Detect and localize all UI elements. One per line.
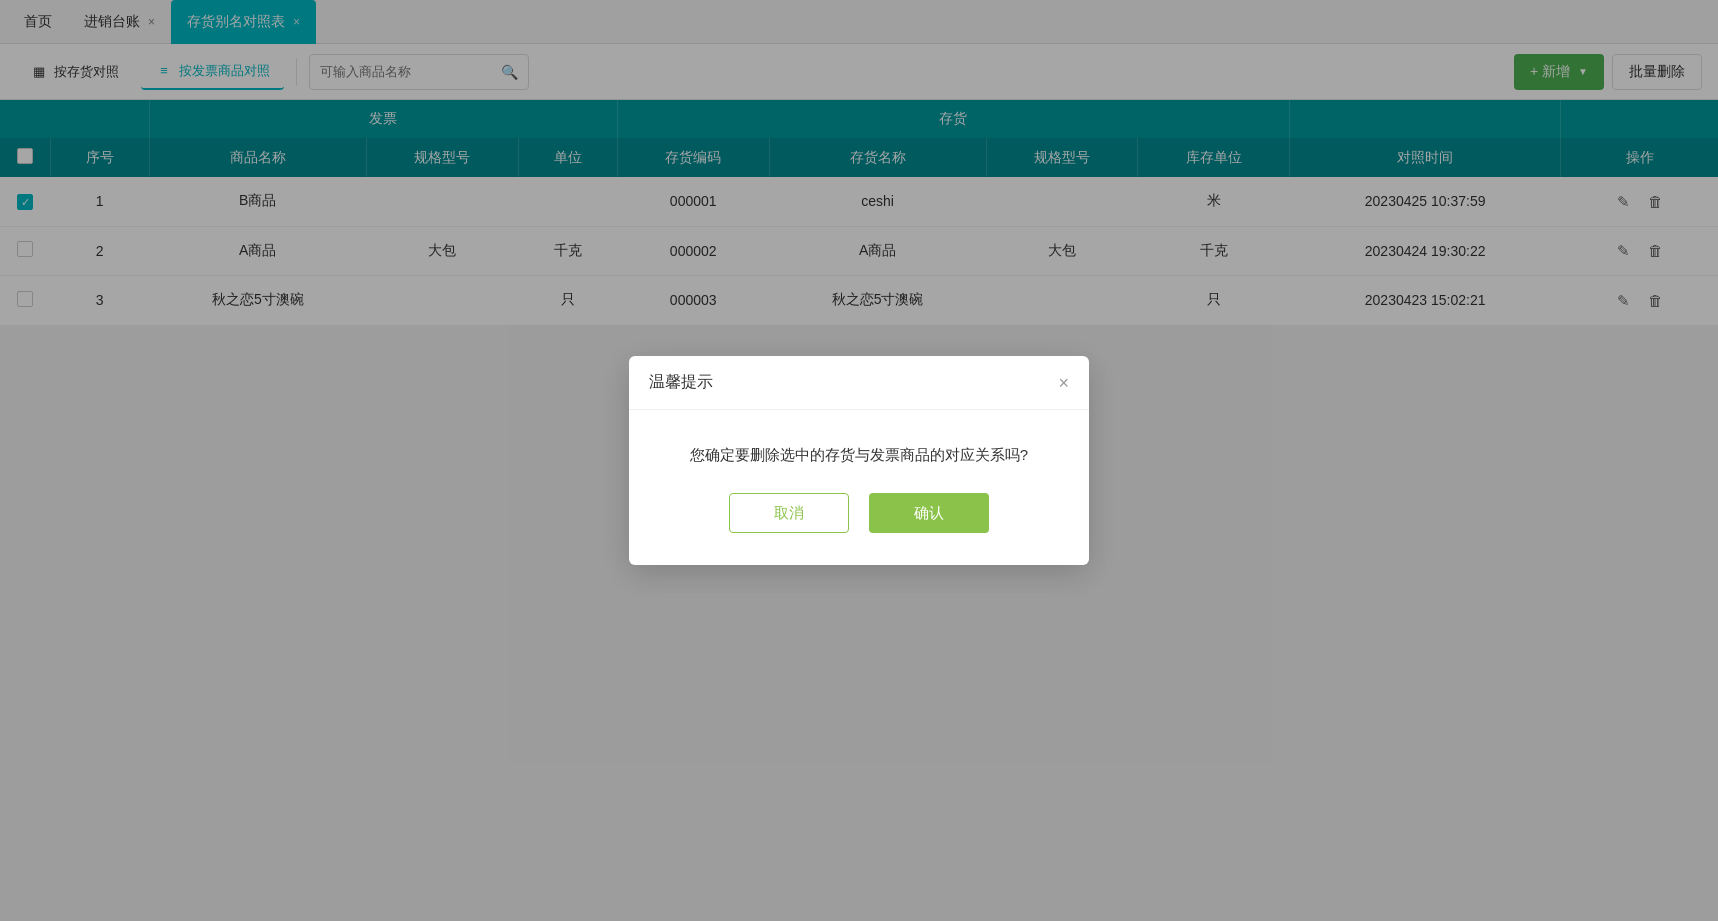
confirm-dialog: 温馨提示 × 您确定要删除选中的存货与发票商品的对应关系吗? 取消 确认 [629, 356, 1089, 565]
dialog-close-button[interactable]: × [1058, 374, 1069, 392]
cancel-button[interactable]: 取消 [729, 493, 849, 533]
dialog-footer: 取消 确认 [629, 493, 1089, 565]
dialog-message: 您确定要删除选中的存货与发票商品的对应关系吗? [690, 446, 1028, 463]
confirm-button[interactable]: 确认 [869, 493, 989, 533]
dialog-body: 您确定要删除选中的存货与发票商品的对应关系吗? [629, 410, 1089, 493]
dialog-header: 温馨提示 × [629, 356, 1089, 410]
dialog-title: 温馨提示 [649, 372, 713, 393]
overlay[interactable]: 温馨提示 × 您确定要删除选中的存货与发票商品的对应关系吗? 取消 确认 [0, 0, 1718, 921]
